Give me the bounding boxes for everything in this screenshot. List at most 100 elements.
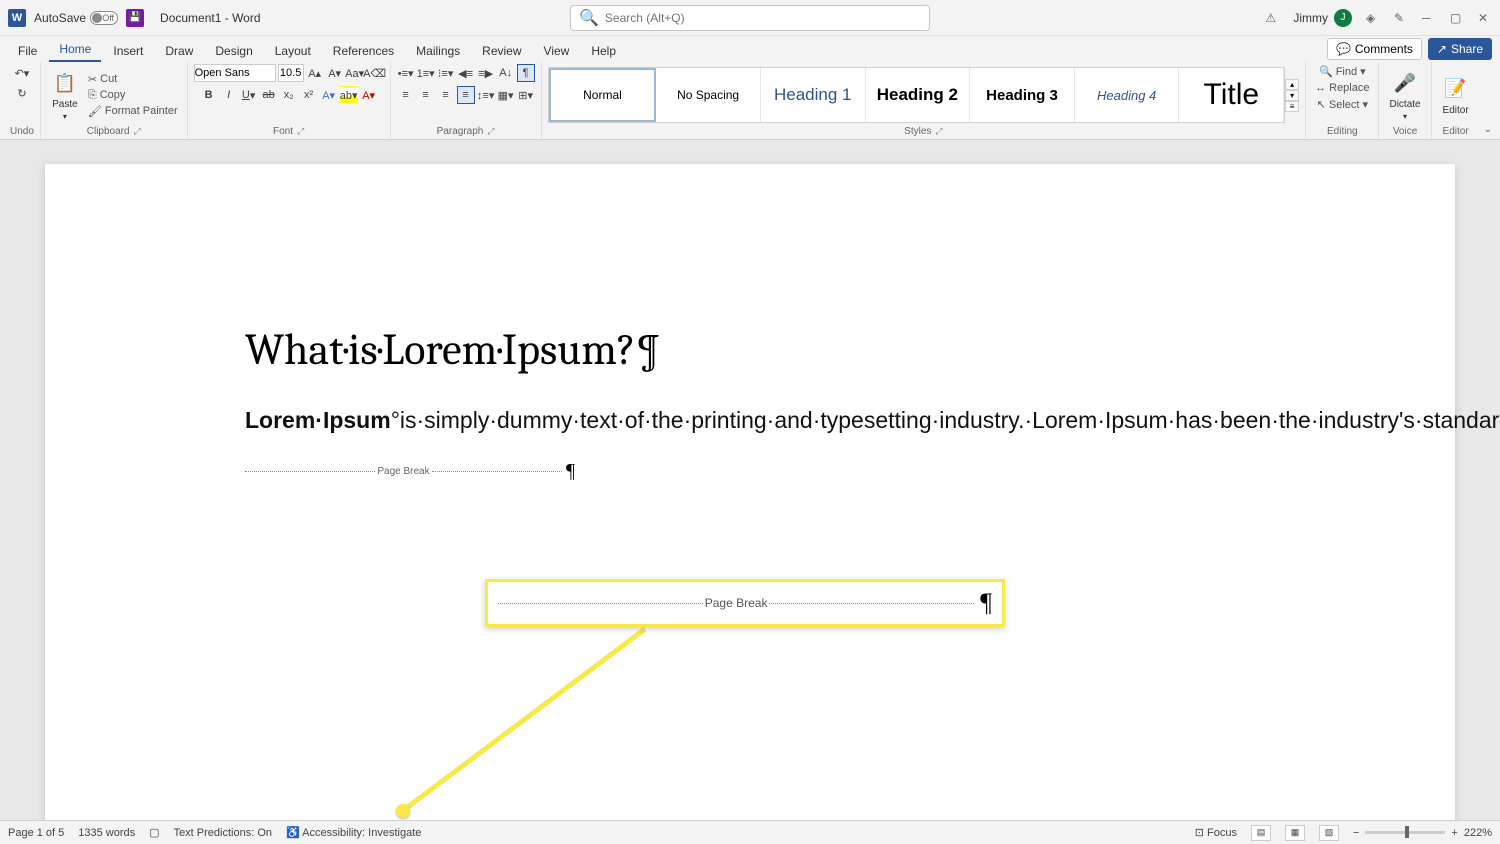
tab-draw[interactable]: Draw: [155, 40, 203, 62]
subscript-button[interactable]: x₂: [280, 86, 298, 104]
focus-button[interactable]: ⊡ Focus: [1195, 826, 1237, 839]
document-body[interactable]: Lorem·Ipsum°is·simply·dummy·text·of·the·…: [245, 403, 1255, 436]
style-scroll-down[interactable]: ▾: [1285, 90, 1299, 101]
tab-review[interactable]: Review: [472, 40, 531, 62]
print-layout-button[interactable]: ▦: [1285, 825, 1305, 841]
style-expand[interactable]: ≡: [1285, 101, 1299, 112]
shrink-font-button[interactable]: A▾: [326, 64, 344, 82]
tab-insert[interactable]: Insert: [103, 40, 153, 62]
align-right-button[interactable]: ≡: [437, 86, 455, 104]
tab-references[interactable]: References: [323, 40, 404, 62]
editor-button[interactable]: 📝 Editor: [1438, 73, 1474, 118]
line-spacing-button[interactable]: ↕≡▾: [477, 86, 495, 104]
strikethrough-button[interactable]: ab: [260, 86, 278, 104]
clear-formatting-button[interactable]: A⌫: [366, 64, 384, 82]
cut-button[interactable]: ✂Cut: [85, 72, 181, 87]
tab-view[interactable]: View: [534, 40, 580, 62]
change-case-button[interactable]: Aa▾: [346, 64, 364, 82]
user-account[interactable]: Jimmy J: [1293, 9, 1352, 27]
style-scroll-up[interactable]: ▴: [1285, 79, 1299, 90]
status-page[interactable]: Page 1 of 5: [8, 827, 64, 839]
zoom-slider[interactable]: [1365, 831, 1445, 834]
style-heading-3[interactable]: Heading 3: [970, 68, 1075, 122]
sort-button[interactable]: A↓: [497, 64, 515, 82]
tab-design[interactable]: Design: [205, 40, 262, 62]
format-painter-button[interactable]: 🖌Format Painter: [85, 104, 181, 119]
read-mode-button[interactable]: ▤: [1251, 825, 1271, 841]
redo-button[interactable]: ↻: [13, 84, 31, 102]
autosave-switch[interactable]: Off: [90, 11, 118, 25]
web-layout-button[interactable]: ▧: [1319, 825, 1339, 841]
superscript-button[interactable]: x²: [300, 86, 318, 104]
zoom-level[interactable]: 222%: [1464, 827, 1492, 839]
coming-soon-icon[interactable]: ✎: [1394, 11, 1408, 25]
autosave-toggle[interactable]: AutoSave Off: [34, 11, 118, 25]
paste-button[interactable]: 📋 Paste ▾: [47, 67, 83, 123]
diamond-icon[interactable]: ◈: [1366, 11, 1380, 25]
highlight-button[interactable]: ab▾: [340, 86, 358, 104]
zoom-out-button[interactable]: −: [1353, 827, 1359, 839]
tab-home[interactable]: Home: [49, 38, 101, 62]
tab-file[interactable]: File: [8, 40, 47, 62]
copy-button[interactable]: ⎘Copy: [85, 88, 181, 103]
style-scroll[interactable]: ▴ ▾ ≡: [1285, 79, 1299, 112]
spell-check-icon[interactable]: ▢: [149, 826, 159, 839]
find-button[interactable]: 🔍Find▾: [1316, 64, 1369, 79]
status-words[interactable]: 1335 words: [78, 827, 135, 839]
page[interactable]: What·is·Lorem·Ipsum?¶ Lorem·Ipsum°is·sim…: [45, 164, 1455, 820]
style-title[interactable]: Title: [1179, 68, 1284, 122]
search-box[interactable]: 🔍: [570, 5, 930, 31]
dictate-button[interactable]: 🎤 Dictate ▾: [1385, 67, 1424, 123]
font-name-input[interactable]: [194, 64, 276, 82]
decrease-indent-button[interactable]: ◀≡: [457, 64, 475, 82]
document-area[interactable]: What·is·Lorem·Ipsum?¶ Lorem·Ipsum°is·sim…: [0, 140, 1500, 820]
align-left-button[interactable]: ≡: [397, 86, 415, 104]
maximize-icon[interactable]: ▢: [1450, 11, 1464, 25]
undo-button[interactable]: ↶▾: [13, 64, 31, 82]
search-input[interactable]: [605, 11, 921, 25]
minimize-icon[interactable]: ─: [1422, 11, 1436, 25]
justify-button[interactable]: ≡: [457, 86, 475, 104]
bullets-button[interactable]: •≡▾: [397, 64, 415, 82]
tab-mailings[interactable]: Mailings: [406, 40, 470, 62]
clipboard-launcher[interactable]: ⤢: [134, 126, 141, 137]
text-effects-button[interactable]: A▾: [320, 86, 338, 104]
styles-launcher[interactable]: ⤢: [935, 126, 942, 137]
numbering-button[interactable]: 1≡▾: [417, 64, 435, 82]
warning-icon[interactable]: ⚠: [1265, 11, 1279, 25]
share-button[interactable]: ↗ Share: [1428, 38, 1492, 60]
replace-button[interactable]: ↔Replace: [1312, 81, 1372, 95]
zoom-control[interactable]: − + 222%: [1353, 827, 1492, 839]
close-icon[interactable]: ✕: [1478, 11, 1492, 25]
align-center-button[interactable]: ≡: [417, 86, 435, 104]
multilevel-button[interactable]: ⁝≡▾: [437, 64, 455, 82]
document-heading[interactable]: What·is·Lorem·Ipsum?¶: [245, 324, 1255, 375]
shading-button[interactable]: ▦▾: [497, 86, 515, 104]
style-no-spacing[interactable]: No Spacing: [656, 68, 761, 122]
style-heading-1[interactable]: Heading 1: [761, 68, 866, 122]
increase-indent-button[interactable]: ≡▶: [477, 64, 495, 82]
bold-button[interactable]: B: [200, 86, 218, 104]
comments-button[interactable]: 💬 Comments: [1327, 38, 1422, 60]
style-heading-4[interactable]: Heading 4: [1075, 68, 1180, 122]
tab-help[interactable]: Help: [581, 40, 626, 62]
style-normal[interactable]: Normal: [549, 68, 657, 122]
paragraph-launcher[interactable]: ⤢: [487, 126, 494, 137]
font-color-button[interactable]: A▾: [360, 86, 378, 104]
page-break-marker[interactable]: Page Break ¶: [245, 460, 575, 483]
tab-layout[interactable]: Layout: [265, 40, 321, 62]
font-size-input[interactable]: [278, 64, 304, 82]
show-marks-button[interactable]: ¶: [517, 64, 535, 82]
font-launcher[interactable]: ⤢: [297, 126, 304, 137]
collapse-ribbon-icon[interactable]: ⌄: [1484, 124, 1492, 135]
status-text-predictions[interactable]: Text Predictions: On: [174, 827, 272, 839]
zoom-in-button[interactable]: +: [1451, 827, 1457, 839]
italic-button[interactable]: I: [220, 86, 238, 104]
grow-font-button[interactable]: A▴: [306, 64, 324, 82]
borders-button[interactable]: ⊞▾: [517, 86, 535, 104]
save-icon[interactable]: 💾: [126, 9, 144, 27]
underline-button[interactable]: U▾: [240, 86, 258, 104]
style-heading-2[interactable]: Heading 2: [866, 68, 971, 122]
status-accessibility[interactable]: ♿ Accessibility: Investigate: [286, 826, 421, 839]
select-button[interactable]: ↖Select▾: [1314, 97, 1371, 112]
